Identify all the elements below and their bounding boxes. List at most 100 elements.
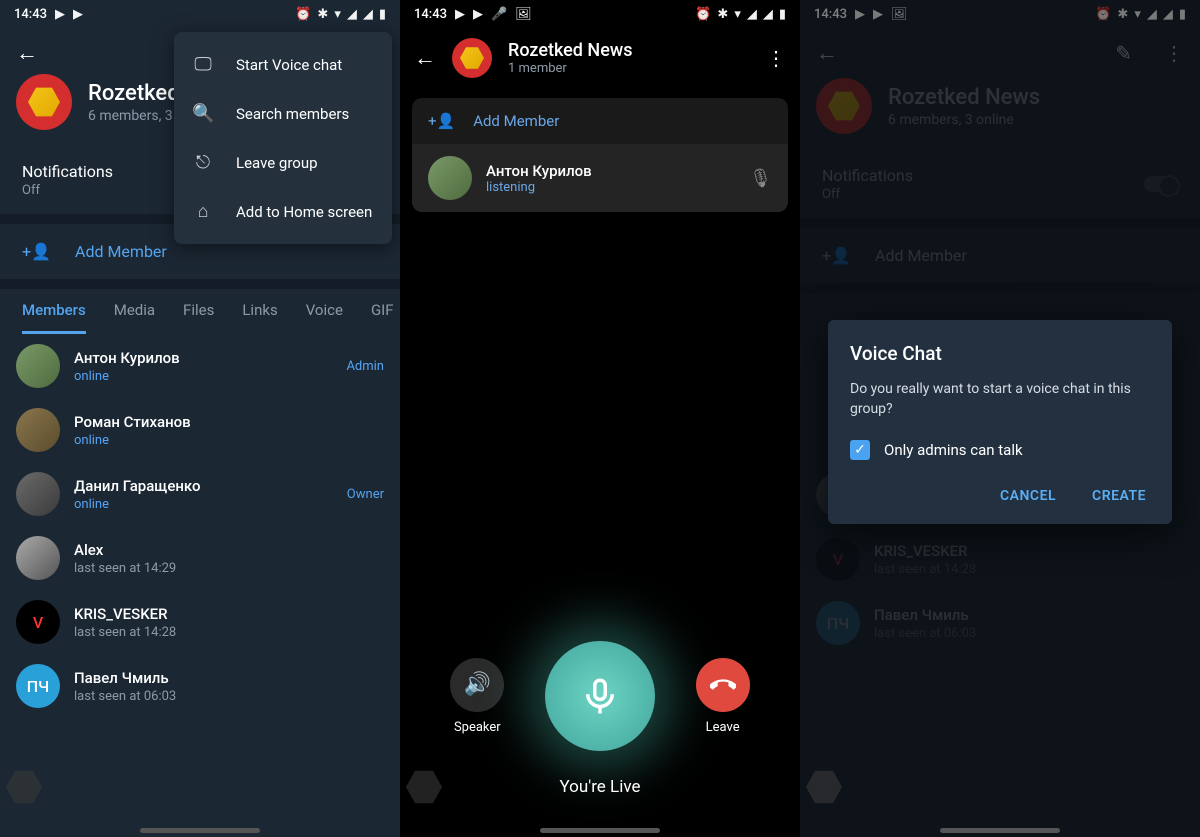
participant-row[interactable]: Антон Курилов listening 🎙 [412,144,788,212]
bluetooth-icon: ✱ [717,7,728,22]
image-icon: 🖼 [515,7,532,22]
member-row[interactable]: Alexlast seen at 14:29 [0,526,400,590]
voice-chat-icon: 🖵 [192,54,214,75]
status-time: 14:43 [414,7,447,22]
youtube-icon: ▶ [455,7,465,22]
leave-label: Leave [706,720,740,735]
menu-add-home[interactable]: ⌂ Add to Home screen [174,187,392,236]
youtube-icon: ▶ [73,7,83,22]
speaker-icon: 🔊 [450,658,504,712]
tab-members[interactable]: Members [22,301,86,334]
microphone-icon [579,675,621,717]
back-icon[interactable]: ← [16,40,38,66]
hangup-icon [696,658,750,712]
member-status: last seen at 06:03 [74,689,176,704]
participants-card: +👤 Add Member Антон Курилов listening 🎙 [412,98,788,212]
add-member-label: Add Member [75,242,167,261]
add-member-icon: +👤 [22,242,51,261]
member-status: online [74,433,191,448]
speaker-button[interactable]: 🔊 Speaker [450,658,504,735]
status-bar: 14:43 ▶ ▶ 🎤 🖼 ⏰ ✱ ▾ ◢ ◢ ▮ [400,0,800,28]
mic-toggle-button[interactable] [545,641,655,751]
menu-label: Add to Home screen [236,203,372,221]
member-name: Роман Стиханов [74,413,191,431]
menu-label: Search members [236,105,349,123]
signal-icon: ◢ [763,7,773,22]
member-row[interactable]: VKRIS_VESKERlast seen at 14:28 [0,590,400,654]
tab-voice[interactable]: Voice [306,301,343,334]
menu-label: Start Voice chat [236,56,342,74]
avatar [428,156,472,200]
member-status: last seen at 14:29 [74,561,176,576]
wifi-icon: ▾ [334,7,341,22]
speaker-label: Speaker [454,720,501,735]
bluetooth-icon: ✱ [317,7,328,22]
voice-chat-dialog: Voice Chat Do you really want to start a… [828,320,1172,524]
mic-icon: 🎙 [749,168,772,189]
cancel-button[interactable]: CANCEL [996,480,1060,512]
youtube-icon: ▶ [473,7,483,22]
member-row[interactable]: ПЧ Павел Чмиль last seen at 06:03 [0,654,400,718]
members-list: Антон Курилов online Admin Роман Стиханов on… [0,334,400,718]
status-bar: 14:43 ▶ ▶ ⏰ ✱ ▾ ◢ ◢ ▮ [0,0,400,28]
live-status-label: You're Live [560,777,641,797]
nav-handle[interactable] [140,828,260,833]
checkbox-label: Only admins can talk [884,441,1023,459]
add-member-icon: +👤 [428,112,455,130]
menu-label: Leave group [236,154,318,172]
alarm-icon: ⏰ [295,7,311,22]
nav-hex-icon [6,769,42,805]
member-row[interactable]: Данил ГаращенкоonlineOwner [0,462,400,526]
group-avatar[interactable] [452,38,492,78]
mic-icon: 🎤 [491,7,507,22]
checkbox-checked-icon: ✓ [850,440,870,460]
status-time: 14:43 [14,7,47,22]
avatar [16,408,60,452]
tabs: Members Media Files Links Voice GIF [0,289,400,334]
create-button[interactable]: CREATE [1088,480,1150,512]
home-add-icon: ⌂ [192,201,214,222]
add-member-row[interactable]: +👤 Add Member [412,98,788,144]
member-row[interactable]: Антон Курилов online Admin [0,334,400,398]
tab-files[interactable]: Files [183,301,214,334]
signal-icon: ◢ [347,7,357,22]
group-subtitle: 6 members, 3 [88,108,180,124]
member-status: online [74,369,180,384]
member-role: Owner [347,487,384,502]
wifi-icon: ▾ [734,7,741,22]
menu-start-voice-chat[interactable]: 🖵 Start Voice chat [174,40,392,89]
voice-chat-title: Rozetked News [508,40,632,61]
only-admins-checkbox-row[interactable]: ✓ Only admins can talk [850,440,1150,460]
member-role: Admin [346,359,384,374]
member-name: Антон Курилов [74,349,180,367]
dialog-title: Voice Chat [850,342,1150,365]
more-icon[interactable]: ⋮ [766,46,786,70]
avatar: ПЧ [16,664,60,708]
tab-gif[interactable]: GIF [371,301,394,334]
battery-icon: ▮ [779,7,786,22]
nav-handle[interactable] [540,828,660,833]
search-icon: 🔍 [192,103,214,124]
menu-search-members[interactable]: 🔍 Search members [174,89,392,138]
signal-icon: ◢ [747,7,757,22]
group-avatar[interactable] [16,74,72,130]
back-icon[interactable]: ← [414,45,436,71]
notifications-label: Notifications [22,162,113,181]
voice-chat-header: ← Rozetked News 1 member ⋮ [400,28,800,88]
tab-links[interactable]: Links [242,301,277,334]
overflow-menu: 🖵 Start Voice chat 🔍 Search members ⎋ Le… [174,32,392,244]
member-row[interactable]: Роман Стиханов online [0,398,400,462]
alarm-icon: ⏰ [695,7,711,22]
participant-status: listening [486,180,592,195]
participant-name: Антон Курилов [486,162,592,180]
dialog-body: Do you really want to start a voice chat… [850,379,1150,420]
member-name: Павел Чмиль [74,669,176,687]
member-name: Данил Гаращенко [74,477,200,495]
leave-button[interactable]: Leave [696,658,750,735]
leave-icon: ⎋ [192,152,214,173]
screen-group-info: 14:43 ▶ ▶ ⏰ ✱ ▾ ◢ ◢ ▮ ← Rozetked 6 membe… [0,0,400,837]
tab-media[interactable]: Media [114,301,155,334]
screen-voice-chat: 14:43 ▶ ▶ 🎤 🖼 ⏰ ✱ ▾ ◢ ◢ ▮ ← Rozetked New… [400,0,800,837]
nav-handle[interactable] [940,828,1060,833]
menu-leave-group[interactable]: ⎋ Leave group [174,138,392,187]
